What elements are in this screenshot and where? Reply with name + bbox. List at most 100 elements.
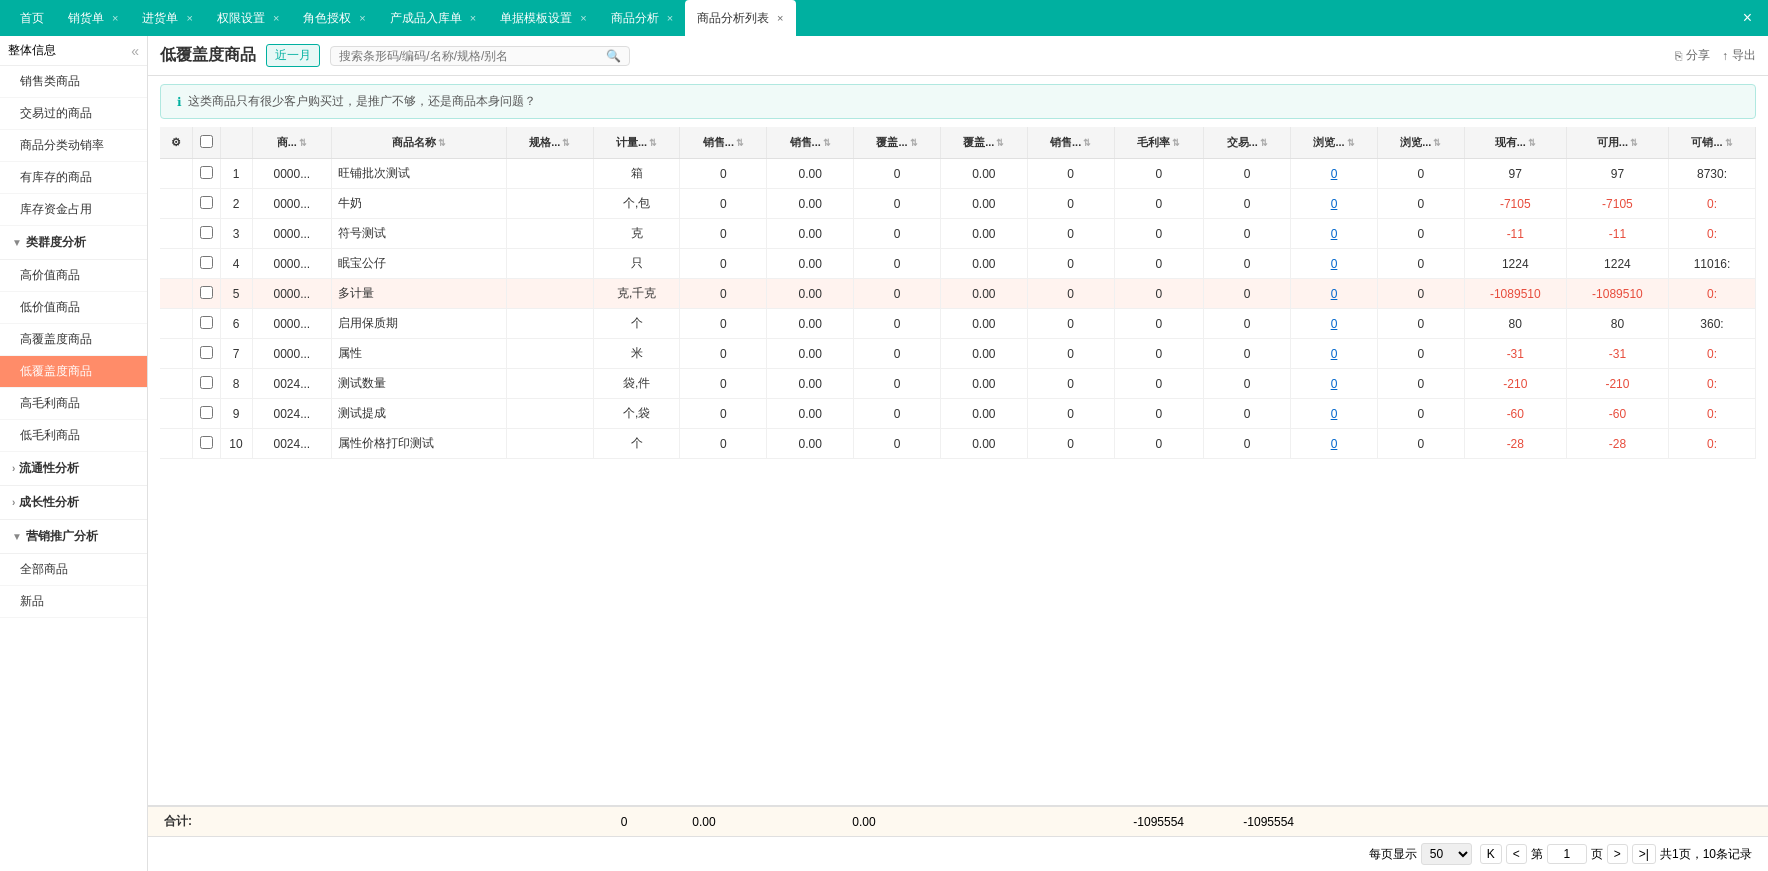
sidebar-item-low-coverage[interactable]: 低覆盖度商品 bbox=[0, 356, 147, 388]
row-browse1[interactable]: 0 bbox=[1291, 339, 1378, 369]
sidebar-item-low-profit[interactable]: 低毛利商品 bbox=[0, 420, 147, 452]
sidebar-section-circulation[interactable]: › 流通性分析 bbox=[0, 452, 147, 486]
row-code: 0000... bbox=[252, 309, 332, 339]
row-browse1[interactable]: 0 bbox=[1291, 249, 1378, 279]
row-gross-rate: 0 bbox=[1114, 159, 1204, 189]
share-icon: ⎘ bbox=[1675, 49, 1682, 63]
nav-sales-order[interactable]: 销货单 × bbox=[56, 0, 130, 36]
sidebar-item-new-products[interactable]: 新品 bbox=[0, 586, 147, 618]
row-sales2: 0.00 bbox=[767, 219, 854, 249]
sidebar-item-high-coverage[interactable]: 高覆盖度商品 bbox=[0, 324, 147, 356]
sidebar-item-low-value[interactable]: 低价值商品 bbox=[0, 292, 147, 324]
row-browse1[interactable]: 0 bbox=[1291, 369, 1378, 399]
nav-role-close[interactable]: × bbox=[359, 0, 365, 36]
col-code: 商...⇅ bbox=[252, 127, 332, 159]
sidebar-item-high-profit[interactable]: 高毛利商品 bbox=[0, 388, 147, 420]
row-gross-rate: 0 bbox=[1114, 339, 1204, 369]
row-cover1: 0 bbox=[854, 279, 941, 309]
main-container: 整体信息 « 销售类商品 交易过的商品 商品分类动销率 有库存的商品 库存资金占… bbox=[0, 36, 1768, 871]
nav-product-analysis[interactable]: 商品分析 × bbox=[599, 0, 685, 36]
row-cover1: 0 bbox=[854, 429, 941, 459]
sidebar-item-all-products[interactable]: 全部商品 bbox=[0, 554, 147, 586]
row-gross-rate: 0 bbox=[1114, 279, 1204, 309]
nav-role-auth[interactable]: 角色授权 × bbox=[291, 0, 377, 36]
select-all-checkbox[interactable] bbox=[200, 135, 213, 148]
nav-sales-order-close[interactable]: × bbox=[112, 0, 118, 36]
row-browse1[interactable]: 0 bbox=[1291, 219, 1378, 249]
nav-purchase-order[interactable]: 进货单 × bbox=[130, 0, 204, 36]
nav-product-storage[interactable]: 产成品入库单 × bbox=[378, 0, 488, 36]
col-sales1: 销售...⇅ bbox=[680, 127, 767, 159]
row-browse2: 0 bbox=[1377, 429, 1464, 459]
sidebar-item-stock-capital[interactable]: 库存资金占用 bbox=[0, 194, 147, 226]
total-sales2: 0.00 bbox=[664, 815, 744, 829]
search-input[interactable] bbox=[339, 49, 606, 63]
row-browse1[interactable]: 0 bbox=[1291, 429, 1378, 459]
row-name: 多计量 bbox=[332, 279, 507, 309]
nav-purchase-order-close[interactable]: × bbox=[186, 0, 192, 36]
sidebar-item-high-value[interactable]: 高价值商品 bbox=[0, 260, 147, 292]
row-checkbox[interactable] bbox=[192, 429, 220, 459]
sidebar-item-category-rate[interactable]: 商品分类动销率 bbox=[0, 130, 147, 162]
nav-permission-settings[interactable]: 权限设置 × bbox=[205, 0, 291, 36]
row-name: 测试数量 bbox=[332, 369, 507, 399]
header-actions: ⎘ 分享 ↑ 导出 bbox=[1675, 47, 1756, 64]
total-sales1: 0 bbox=[584, 815, 664, 829]
first-page-button[interactable]: K bbox=[1480, 844, 1502, 864]
nav-analysis-list-close[interactable]: × bbox=[777, 0, 783, 36]
row-sales1: 0 bbox=[680, 249, 767, 279]
nav-template-settings[interactable]: 单据模板设置 × bbox=[488, 0, 598, 36]
row-checkbox[interactable] bbox=[192, 189, 220, 219]
search-icon[interactable]: 🔍 bbox=[606, 49, 621, 63]
row-checkbox[interactable] bbox=[192, 309, 220, 339]
col-spec: 规格...⇅ bbox=[506, 127, 593, 159]
row-checkbox[interactable] bbox=[192, 249, 220, 279]
row-browse1[interactable]: 0 bbox=[1291, 159, 1378, 189]
row-code: 0000... bbox=[252, 279, 332, 309]
row-current: -7105 bbox=[1464, 189, 1566, 219]
sidebar-item-sales-goods[interactable]: 销售类商品 bbox=[0, 66, 147, 98]
row-browse1[interactable]: 0 bbox=[1291, 279, 1378, 309]
row-cover2: 0.00 bbox=[940, 159, 1027, 189]
nav-template-close[interactable]: × bbox=[580, 0, 586, 36]
table-row: 4 0000... 眠宝公仔 只 0 0.00 0 0.00 0 0 0 0 0… bbox=[160, 249, 1756, 279]
row-checkbox[interactable] bbox=[192, 399, 220, 429]
row-code: 0024... bbox=[252, 399, 332, 429]
sidebar-item-traded-goods[interactable]: 交易过的商品 bbox=[0, 98, 147, 130]
row-sales2: 0.00 bbox=[767, 159, 854, 189]
table-header-row: ⚙ 商...⇅ 商品名称⇅ 规格...⇅ 计量...⇅ 销售...⇅ 销售...… bbox=[160, 127, 1756, 159]
nav-product-analysis-list[interactable]: 商品分析列表 × bbox=[685, 0, 795, 36]
last-page-button[interactable]: >| bbox=[1632, 844, 1656, 864]
export-button[interactable]: ↑ 导出 bbox=[1722, 47, 1756, 64]
row-checkbox[interactable] bbox=[192, 339, 220, 369]
window-close-button[interactable]: × bbox=[1735, 9, 1760, 27]
page-number-input[interactable] bbox=[1547, 844, 1587, 864]
row-checkbox[interactable] bbox=[192, 219, 220, 249]
sidebar-section-cluster-analysis[interactable]: ▼ 类群度分析 bbox=[0, 226, 147, 260]
nav-home[interactable]: 首页 bbox=[8, 0, 56, 36]
footer-total: 合计: 0 0.00 0.00 -1095554 -1095554 bbox=[148, 805, 1768, 836]
next-page-button[interactable]: > bbox=[1607, 844, 1628, 864]
row-trade: 0 bbox=[1204, 399, 1291, 429]
nav-analysis-close[interactable]: × bbox=[667, 0, 673, 36]
share-button[interactable]: ⎘ 分享 bbox=[1675, 47, 1710, 64]
sidebar-item-in-stock[interactable]: 有库存的商品 bbox=[0, 162, 147, 194]
nav-product-close[interactable]: × bbox=[470, 0, 476, 36]
row-browse1[interactable]: 0 bbox=[1291, 309, 1378, 339]
filter-period-button[interactable]: 近一月 bbox=[266, 44, 320, 67]
sidebar-section-marketing[interactable]: ▼ 营销推广分析 bbox=[0, 520, 147, 554]
row-browse1[interactable]: 0 bbox=[1291, 399, 1378, 429]
nav-permission-close[interactable]: × bbox=[273, 0, 279, 36]
page-size-dropdown[interactable]: 50 100 200 bbox=[1421, 843, 1472, 865]
row-browse1[interactable]: 0 bbox=[1291, 189, 1378, 219]
prev-page-button[interactable]: < bbox=[1506, 844, 1527, 864]
row-checkbox[interactable] bbox=[192, 279, 220, 309]
sidebar-section-growth[interactable]: › 成长性分析 bbox=[0, 486, 147, 520]
row-cover1: 0 bbox=[854, 219, 941, 249]
row-checkbox[interactable] bbox=[192, 159, 220, 189]
row-sales-amt: 0 bbox=[1027, 339, 1114, 369]
row-checkbox[interactable] bbox=[192, 369, 220, 399]
row-sales2: 0.00 bbox=[767, 399, 854, 429]
col-settings[interactable]: ⚙ bbox=[160, 127, 192, 159]
sidebar-collapse-button[interactable]: « bbox=[131, 43, 139, 59]
